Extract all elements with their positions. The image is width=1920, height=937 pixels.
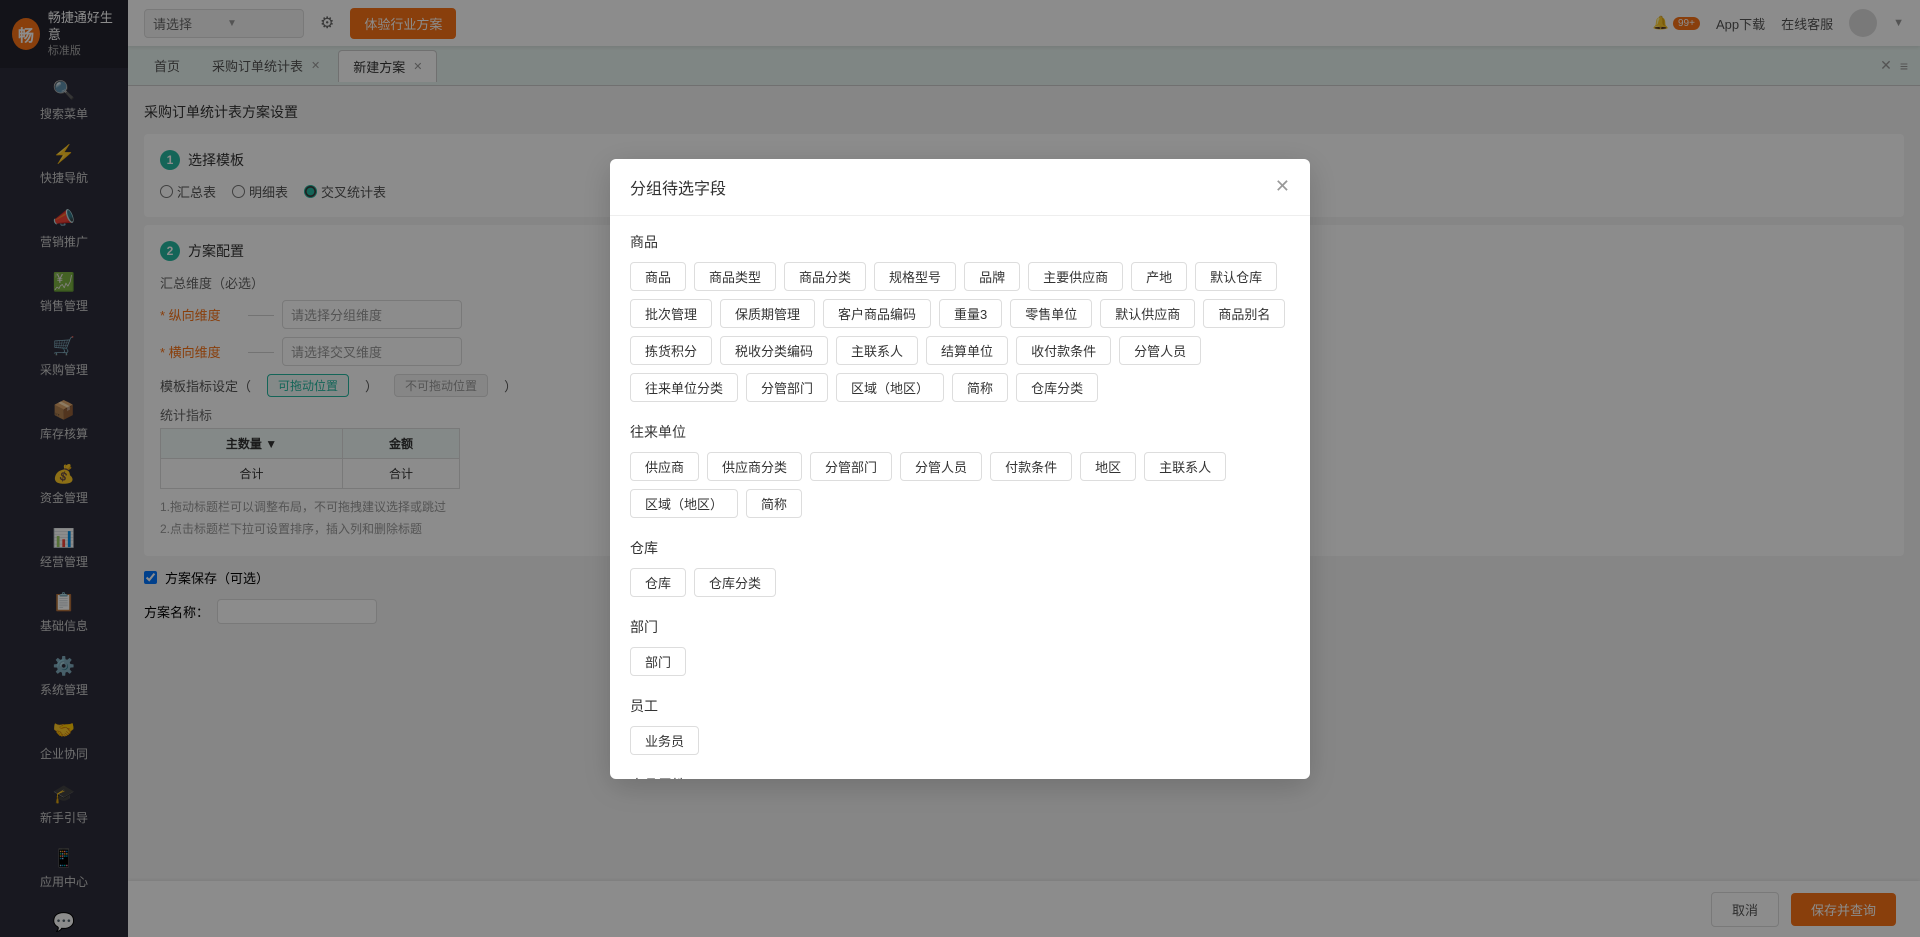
modal-tag[interactable]: 税收分类编码 [720,336,828,365]
modal-section-title-employee: 员工 [630,696,1290,716]
modal-tag[interactable]: 客户商品编码 [823,299,931,328]
modal-tag[interactable]: 主联系人 [836,336,918,365]
modal-tags-partner: 供应商供应商分类分管部门分管人员付款条件地区主联系人区域（地区） 简称 [630,452,1290,518]
modal-tags-employee: 业务员 [630,726,1290,755]
modal-tag[interactable]: 往来单位分类 [630,373,738,402]
modal-section-title-warehouse: 仓库 [630,538,1290,558]
modal-tag[interactable]: 商品类型 [694,262,776,291]
modal-tag[interactable]: 商品 [630,262,686,291]
modal: 分组待选字段 ✕ 商品 商品商品类型商品分类规格型号品牌主要供应商产地默认仓库批… [610,159,1310,779]
modal-section-product-attr: 商品属性 属性颜色多规格尺码鞋码1 [630,775,1290,779]
modal-tag[interactable]: 主联系人 [1144,452,1226,481]
modal-section-title-product: 商品 [630,232,1290,252]
modal-tag[interactable]: 保质期管理 [720,299,815,328]
modal-tag[interactable]: 部门 [630,647,686,676]
modal-tag[interactable]: 默认仓库 [1195,262,1277,291]
modal-tag[interactable]: 商品别名 [1203,299,1285,328]
modal-tags-warehouse: 仓库仓库分类 [630,568,1290,597]
modal-tag[interactable]: 区域（地区） [836,373,944,402]
modal-tag[interactable]: 默认供应商 [1100,299,1195,328]
modal-tag[interactable]: 分管人员 [1119,336,1201,365]
modal-tag[interactable]: 分管部门 [810,452,892,481]
modal-tag[interactable]: 分管人员 [900,452,982,481]
modal-section-partner: 往来单位 供应商供应商分类分管部门分管人员付款条件地区主联系人区域（地区） 简称 [630,422,1290,518]
modal-tag[interactable]: 供应商分类 [707,452,802,481]
modal-title: 分组待选字段 [630,175,726,199]
modal-tag[interactable]: 地区 [1080,452,1136,481]
modal-tag[interactable]: 主要供应商 [1028,262,1123,291]
modal-overlay: 分组待选字段 ✕ 商品 商品商品类型商品分类规格型号品牌主要供应商产地默认仓库批… [0,0,1920,937]
modal-section-employee: 员工 业务员 [630,696,1290,755]
modal-tag[interactable]: 批次管理 [630,299,712,328]
modal-tag[interactable]: 仓库分类 [694,568,776,597]
modal-tag[interactable]: 结算单位 [926,336,1008,365]
modal-tag[interactable]: 分管部门 [746,373,828,402]
modal-section-department: 部门 部门 [630,617,1290,676]
modal-tag[interactable]: 付款条件 [990,452,1072,481]
modal-tag[interactable]: 仓库分类 [1016,373,1098,402]
modal-section-title-product-attr: 商品属性 [630,775,1290,779]
modal-tag[interactable]: 产地 [1131,262,1187,291]
modal-close-icon[interactable]: ✕ [1275,176,1290,197]
modal-tag[interactable]: 仓库 [630,568,686,597]
modal-tag[interactable]: 简称 [952,373,1008,402]
modal-tag[interactable]: 重量3 [939,299,1002,328]
modal-tag[interactable]: 拣货积分 [630,336,712,365]
modal-body: 商品 商品商品类型商品分类规格型号品牌主要供应商产地默认仓库批次管理保质期管理客… [610,216,1310,779]
modal-tags-department: 部门 [630,647,1290,676]
modal-tag[interactable]: 品牌 [964,262,1020,291]
modal-section-product: 商品 商品商品类型商品分类规格型号品牌主要供应商产地默认仓库批次管理保质期管理客… [630,232,1290,402]
modal-tag[interactable]: 业务员 [630,726,699,755]
modal-tag[interactable]: 供应商 [630,452,699,481]
modal-section-title-department: 部门 [630,617,1290,637]
modal-tag[interactable]: 简称 [746,489,802,518]
modal-tag[interactable]: 收付款条件 [1016,336,1111,365]
modal-tags-product: 商品商品类型商品分类规格型号品牌主要供应商产地默认仓库批次管理保质期管理客户商品… [630,262,1290,402]
modal-tag[interactable]: 区域（地区） [630,489,738,518]
modal-tag[interactable]: 零售单位 [1010,299,1092,328]
modal-header: 分组待选字段 ✕ [610,159,1310,216]
modal-tag[interactable]: 商品分类 [784,262,866,291]
modal-tag[interactable]: 规格型号 [874,262,956,291]
modal-section-warehouse: 仓库 仓库仓库分类 [630,538,1290,597]
modal-section-title-partner: 往来单位 [630,422,1290,442]
